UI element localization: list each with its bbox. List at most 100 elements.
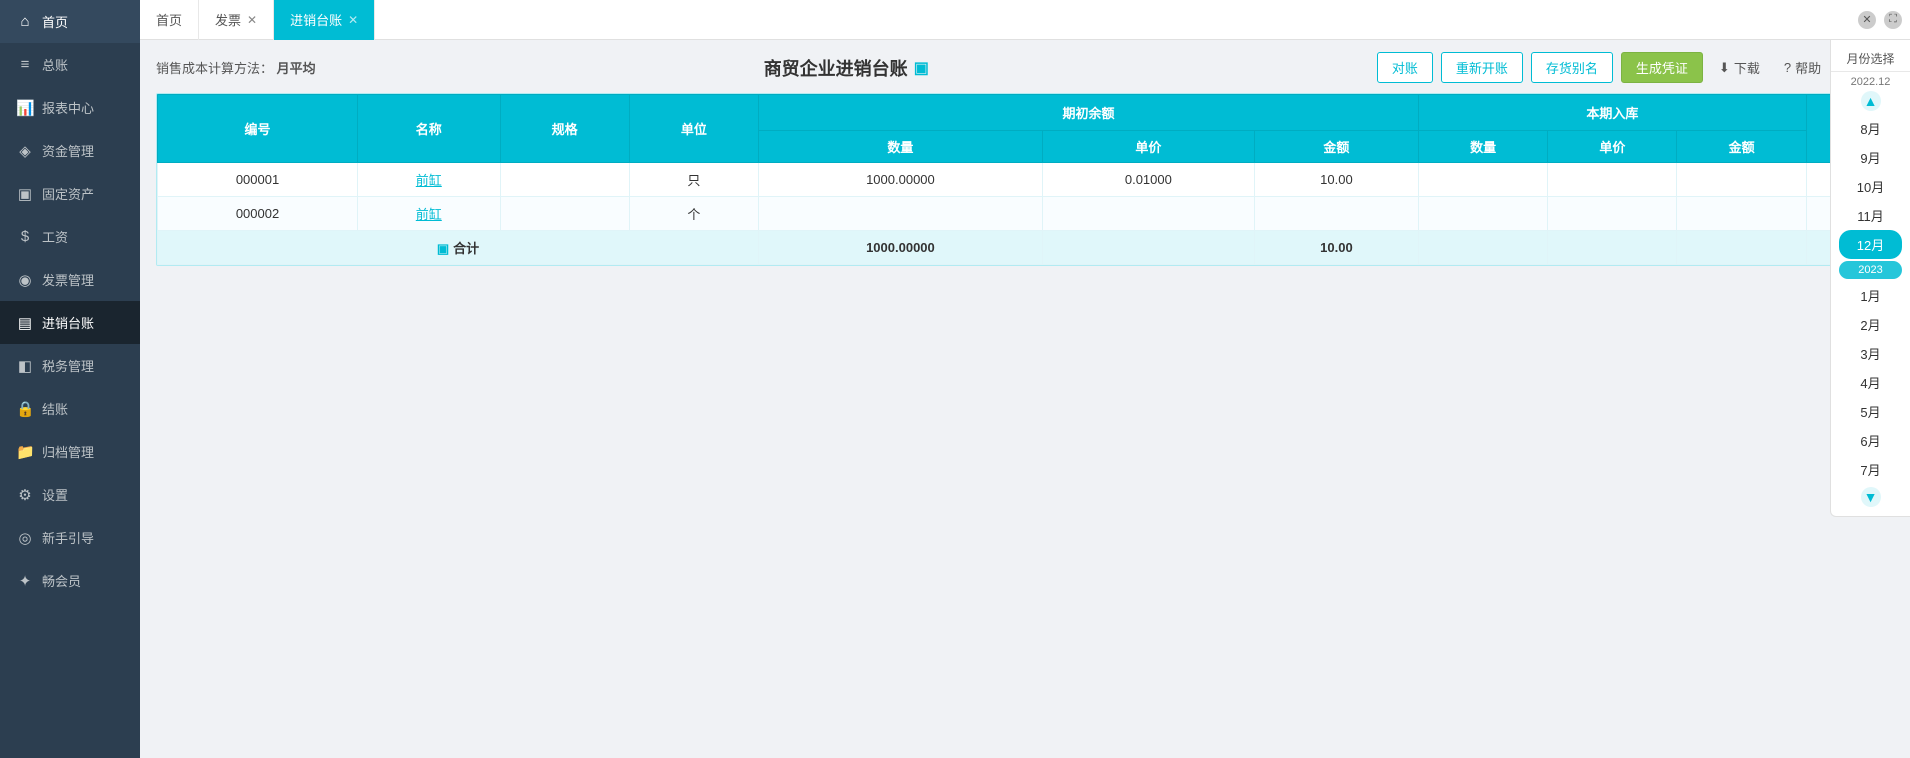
month-1[interactable]: 1月 (1831, 281, 1910, 310)
month-prev-button[interactable]: ▲ (1861, 91, 1881, 111)
sidebar-item-reports[interactable]: 📊 报表中心 (0, 86, 140, 129)
tab-purchase-sales[interactable]: 进销台账 ✕ (274, 0, 375, 40)
tab-bar: 首页 发票 ✕ 进销台账 ✕ ✕ ⛶ (140, 0, 1910, 40)
total-opening-price (1042, 231, 1254, 265)
total-in-qty (1419, 231, 1548, 265)
window-maximize-button[interactable]: ⛶ (1884, 11, 1902, 29)
table-body: 000001 前缸 只 1000.00000 0.01000 10.00 000… (158, 163, 1893, 265)
download-button[interactable]: ⬇ 下载 (1711, 53, 1768, 82)
table-header-top: 编号 名称 规格 单位 期初余额 本期入库 数 (158, 95, 1893, 131)
total-in-amount (1677, 231, 1806, 265)
sidebar-label-reports: 报表中心 (42, 98, 94, 117)
duizhang-button[interactable]: 对账 (1377, 52, 1433, 83)
sidebar-item-guide[interactable]: ◎ 新手引导 (0, 516, 140, 559)
month-11[interactable]: 11月 (1831, 201, 1910, 230)
month-panel: 月份选择 2022.12 ▲ 8月 9月 10月 11月 12月 2023 1月… (1830, 40, 1910, 517)
download-icon: ⬇ (1719, 60, 1730, 76)
month-next-button[interactable]: ▼ (1861, 487, 1881, 507)
help-icon: ? (1784, 60, 1791, 75)
month-2[interactable]: 2月 (1831, 310, 1910, 339)
th-in-price: 单价 (1548, 131, 1677, 163)
sidebar-item-home[interactable]: ⌂ 首页 (0, 0, 140, 43)
current-year-display: 2022.12 (1831, 76, 1910, 88)
ledger-icon: ≡ (16, 56, 34, 73)
window-minimize-button[interactable]: ✕ (1858, 11, 1876, 29)
edit-title-icon[interactable]: ▣ (914, 58, 929, 78)
salary-icon: $ (16, 228, 34, 245)
reports-icon: 📊 (16, 99, 34, 117)
archive-icon: 📁 (16, 443, 34, 461)
tab-invoice-close[interactable]: ✕ (247, 13, 257, 27)
sidebar-item-purchase-sales[interactable]: ▤ 进销台账 (0, 301, 140, 344)
invoice-icon: ◉ (16, 271, 34, 289)
purchase-sales-icon: ▤ (16, 314, 34, 332)
cell-spec (500, 197, 629, 231)
month-6[interactable]: 6月 (1831, 426, 1910, 455)
th-opening-balance: 期初余额 (759, 95, 1419, 131)
sidebar-label-home: 首页 (42, 12, 68, 31)
sidebar-label-tax: 税务管理 (42, 356, 94, 375)
sidebar-item-tax[interactable]: ◧ 税务管理 (0, 344, 140, 387)
month-8[interactable]: 8月 (1831, 114, 1910, 143)
settings-icon: ⚙ (16, 486, 34, 504)
sidebar-item-finance[interactable]: ◈ 资金管理 (0, 129, 140, 172)
cell-unit: 只 (629, 163, 758, 197)
tab-invoice[interactable]: 发票 ✕ (199, 0, 274, 40)
window-controls: ✕ ⛶ (1858, 11, 1910, 29)
th-code: 编号 (158, 95, 358, 163)
sidebar-label-guide: 新手引导 (42, 528, 94, 547)
month-3[interactable]: 3月 (1831, 339, 1910, 368)
month-9[interactable]: 9月 (1831, 143, 1910, 172)
cell-opening-amount: 10.00 (1254, 163, 1418, 197)
sidebar-label-assets: 固定资产 (42, 184, 94, 203)
cell-in-qty (1419, 197, 1548, 231)
help-button[interactable]: ? 帮助 (1776, 53, 1829, 82)
sidebar-item-ledger[interactable]: ≡ 总账 (0, 43, 140, 86)
reset-button[interactable]: 重新开账 (1441, 52, 1523, 83)
th-opening-amount: 金额 (1254, 131, 1418, 163)
month-4[interactable]: 4月 (1831, 368, 1910, 397)
sidebar-label-archive: 归档管理 (42, 442, 94, 461)
content-area: 销售成本计算方法： 月平均 商贸企业进销台账 ▣ 对账 重新开账 存货别名 生成… (140, 40, 1910, 758)
sidebar-label-purchase-sales: 进销台账 (42, 313, 94, 332)
th-in-qty: 数量 (1419, 131, 1548, 163)
sidebar-item-archive[interactable]: 📁 归档管理 (0, 430, 140, 473)
name-link[interactable]: 前缸 (416, 173, 442, 188)
action-buttons: 对账 重新开账 存货别名 生成凭证 ⬇ 下载 ? 帮助 ↻ 刷新 (1377, 52, 1894, 83)
cell-name: 前缸 (358, 163, 500, 197)
sidebar-label-close: 结账 (42, 399, 68, 418)
sidebar-item-assets[interactable]: ▣ 固定资产 (0, 172, 140, 215)
month-12[interactable]: 12月 (1839, 230, 1902, 259)
sidebar-label-finance: 资金管理 (42, 141, 94, 160)
tax-icon: ◧ (16, 357, 34, 375)
month-5[interactable]: 5月 (1831, 397, 1910, 426)
cell-in-price (1548, 197, 1677, 231)
month-nav-down: ▼ (1831, 484, 1910, 510)
total-label: ▣合计 (158, 231, 759, 265)
year-2023-badge: 2023 (1839, 261, 1902, 279)
page-title-text: 商贸企业进销台账 (764, 55, 908, 81)
cell-code: 000002 (158, 197, 358, 231)
sidebar-label-invoice: 发票管理 (42, 270, 94, 289)
month-10[interactable]: 10月 (1831, 172, 1910, 201)
sidebar-item-invoice-mgmt[interactable]: ◉ 发票管理 (0, 258, 140, 301)
month-7[interactable]: 7月 (1831, 455, 1910, 484)
th-unit: 单位 (629, 95, 758, 163)
sidebar-label-member: 畅会员 (42, 571, 81, 590)
tab-purchase-sales-close[interactable]: ✕ (348, 13, 358, 27)
generate-button[interactable]: 生成凭证 (1621, 52, 1703, 83)
th-in-amount: 金额 (1677, 131, 1806, 163)
close-accounts-icon: 🔒 (16, 400, 34, 418)
sidebar: ⌂ 首页 ≡ 总账 📊 报表中心 ◈ 资金管理 ▣ 固定资产 $ 工资 ◉ 发票… (0, 0, 140, 758)
cell-opening-price: 0.01000 (1042, 163, 1254, 197)
sidebar-item-close[interactable]: 🔒 结账 (0, 387, 140, 430)
save-alias-button[interactable]: 存货别名 (1531, 52, 1613, 83)
sidebar-item-member[interactable]: ✦ 畅会员 (0, 559, 140, 602)
sidebar-item-salary[interactable]: $ 工资 (0, 215, 140, 258)
sidebar-item-settings[interactable]: ⚙ 设置 (0, 473, 140, 516)
cell-in-amount (1677, 163, 1806, 197)
tab-home[interactable]: 首页 (140, 0, 199, 40)
name-link[interactable]: 前缸 (416, 207, 442, 222)
total-icon: ▣ (437, 241, 449, 256)
sales-method-value: 月平均 (277, 61, 316, 76)
